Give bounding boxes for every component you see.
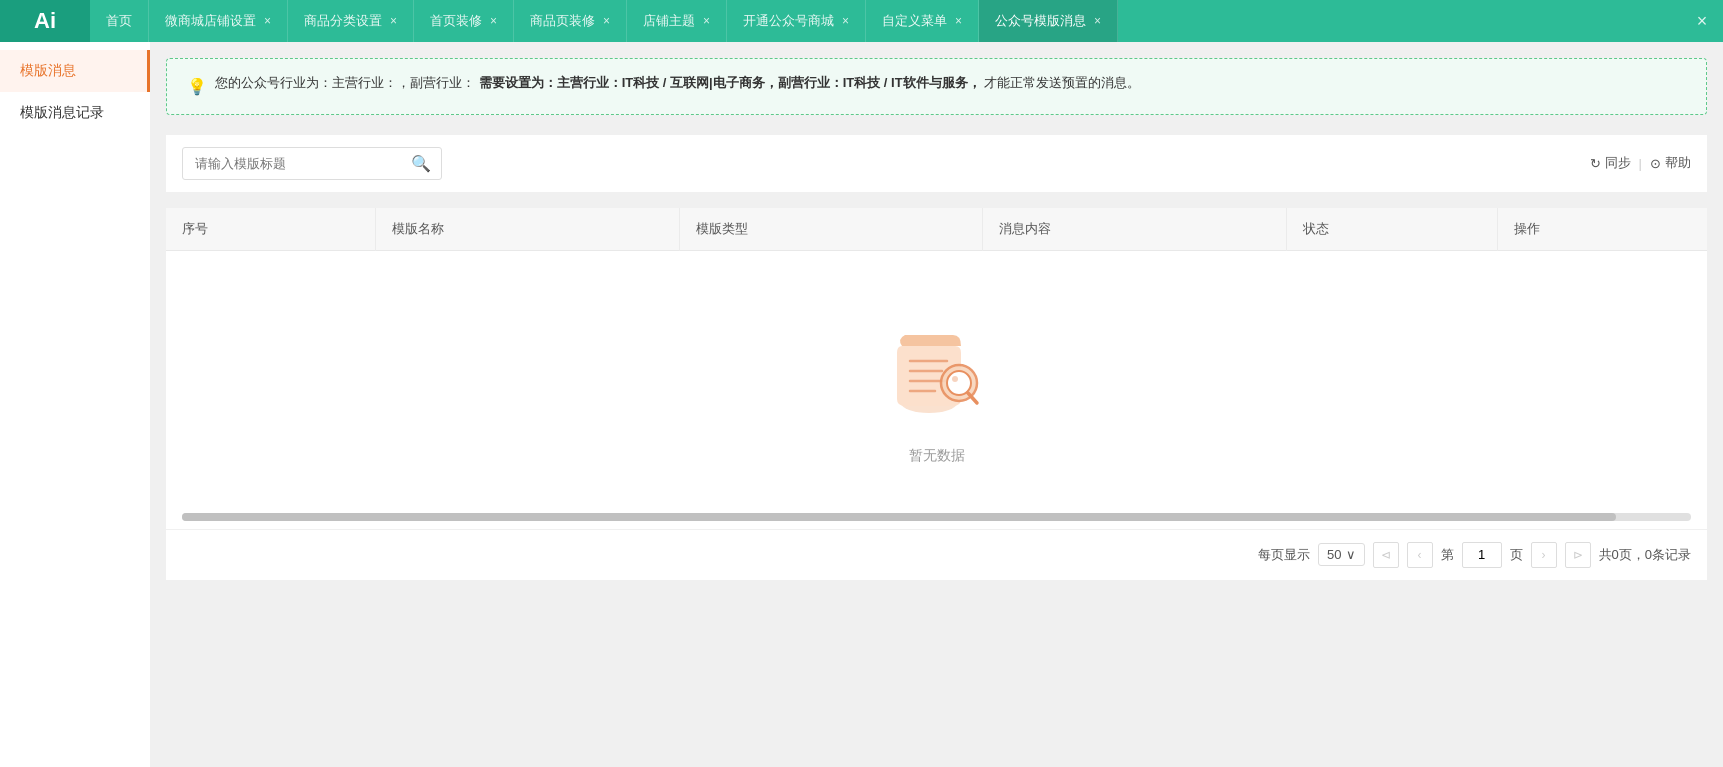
search-actions: ↻ 同步 | ⊙ 帮助: [1590, 154, 1691, 172]
last-page-button[interactable]: ⊳: [1565, 542, 1591, 568]
nav-tab-自定义菜单[interactable]: 自定义菜单×: [866, 0, 979, 42]
page-prefix: 第: [1441, 546, 1454, 564]
pagination-bar: 每页显示 50 ∨ ⊲ ‹ 第 页 › ⊳ 共0页，0条记录: [166, 529, 1707, 580]
nav-tab-店铺主题[interactable]: 店铺主题×: [627, 0, 727, 42]
col-name: 模版名称: [375, 208, 679, 251]
sync-button[interactable]: ↻ 同步: [1590, 154, 1631, 172]
scrollbar-track[interactable]: [182, 513, 1691, 521]
scrollbar-row: [166, 505, 1707, 529]
tab-close-店铺主题[interactable]: ×: [703, 15, 710, 27]
main-layout: 模版消息模版消息记录 💡 您的公众号行业为：主营行业：，副营行业： 需要设置为：…: [0, 42, 1723, 767]
search-bar: 🔍 ↻ 同步 | ⊙ 帮助: [166, 135, 1707, 192]
sidebar-item-模版消息记录[interactable]: 模版消息记录: [0, 92, 150, 134]
page-unit: 页: [1510, 546, 1523, 564]
nav-tab-首页[interactable]: 首页: [90, 0, 149, 42]
table-container: 序号模版名称模版类型消息内容状态操作: [166, 208, 1707, 580]
tab-close-商品页装修[interactable]: ×: [603, 15, 610, 27]
global-close-button[interactable]: ×: [1681, 0, 1723, 42]
tab-close-商品分类设置[interactable]: ×: [390, 15, 397, 27]
help-button[interactable]: ⊙ 帮助: [1650, 154, 1691, 172]
tab-close-自定义菜单[interactable]: ×: [955, 15, 962, 27]
search-input-wrapper: 🔍: [182, 147, 442, 180]
col-index: 序号: [166, 208, 375, 251]
next-page-button[interactable]: ›: [1531, 542, 1557, 568]
nav-tab-微商城店铺设置[interactable]: 微商城店铺设置×: [149, 0, 288, 42]
notice-banner: 💡 您的公众号行业为：主营行业：，副营行业： 需要设置为：主营行业：IT科技 /…: [166, 58, 1707, 115]
brand-logo: Ai: [0, 0, 90, 42]
top-nav: Ai 首页微商城店铺设置×商品分类设置×首页装修×商品页装修×店铺主题×开通公众…: [0, 0, 1723, 42]
nav-tab-商品分类设置[interactable]: 商品分类设置×: [288, 0, 414, 42]
search-button[interactable]: 🔍: [401, 148, 441, 179]
notice-text: 您的公众号行业为：主营行业：，副营行业： 需要设置为：主营行业：IT科技 / 互…: [215, 73, 1140, 94]
tab-close-首页装修[interactable]: ×: [490, 15, 497, 27]
nav-tabs: 首页微商城店铺设置×商品分类设置×首页装修×商品页装修×店铺主题×开通公众号商城…: [90, 0, 1681, 42]
content-area: 💡 您的公众号行业为：主营行业：，副营行业： 需要设置为：主营行业：IT科技 /…: [150, 42, 1723, 767]
sync-icon: ↻: [1590, 156, 1601, 171]
sidebar: 模版消息模版消息记录: [0, 42, 150, 767]
help-icon: ⊙: [1650, 156, 1661, 171]
divider: |: [1639, 156, 1642, 171]
pagination-total: 共0页，0条记录: [1599, 546, 1691, 564]
col-type: 模版类型: [679, 208, 983, 251]
table-header: 序号模版名称模版类型消息内容状态操作: [166, 208, 1707, 251]
tab-close-微商城店铺设置[interactable]: ×: [264, 15, 271, 27]
notice-icon: 💡: [187, 74, 207, 100]
table-header-row: 序号模版名称模版类型消息内容状态操作: [166, 208, 1707, 251]
scrollbar-thumb: [182, 513, 1616, 521]
col-status: 状态: [1287, 208, 1498, 251]
nav-tab-开通公众号商城[interactable]: 开通公众号商城×: [727, 0, 866, 42]
svg-point-8: [952, 376, 958, 382]
nav-tab-首页装修[interactable]: 首页装修×: [414, 0, 514, 42]
search-input[interactable]: [183, 150, 401, 177]
tab-close-公众号模版消息[interactable]: ×: [1094, 15, 1101, 27]
page-size-label: 每页显示: [1258, 546, 1310, 564]
page-size-select[interactable]: 50 ∨: [1318, 543, 1364, 566]
tab-close-开通公众号商城[interactable]: ×: [842, 15, 849, 27]
page-size-value: 50: [1327, 547, 1341, 562]
empty-text: 暂无数据: [909, 447, 965, 465]
page-number-input[interactable]: [1462, 542, 1502, 568]
nav-tab-商品页装修[interactable]: 商品页装修×: [514, 0, 627, 42]
col-content: 消息内容: [983, 208, 1287, 251]
empty-illustration: [877, 311, 997, 431]
nav-tab-公众号模版消息[interactable]: 公众号模版消息×: [979, 0, 1118, 42]
col-action: 操作: [1498, 208, 1707, 251]
first-page-button[interactable]: ⊲: [1373, 542, 1399, 568]
page-size-chevron: ∨: [1346, 547, 1356, 562]
data-table: 序号模版名称模版类型消息内容状态操作: [166, 208, 1707, 251]
sidebar-item-模版消息[interactable]: 模版消息: [0, 50, 150, 92]
empty-state: 暂无数据: [166, 251, 1707, 505]
prev-page-button[interactable]: ‹: [1407, 542, 1433, 568]
notice-highlight: 需要设置为：主营行业：IT科技 / 互联网|电子商务，副营行业：IT科技 / I…: [479, 75, 981, 90]
